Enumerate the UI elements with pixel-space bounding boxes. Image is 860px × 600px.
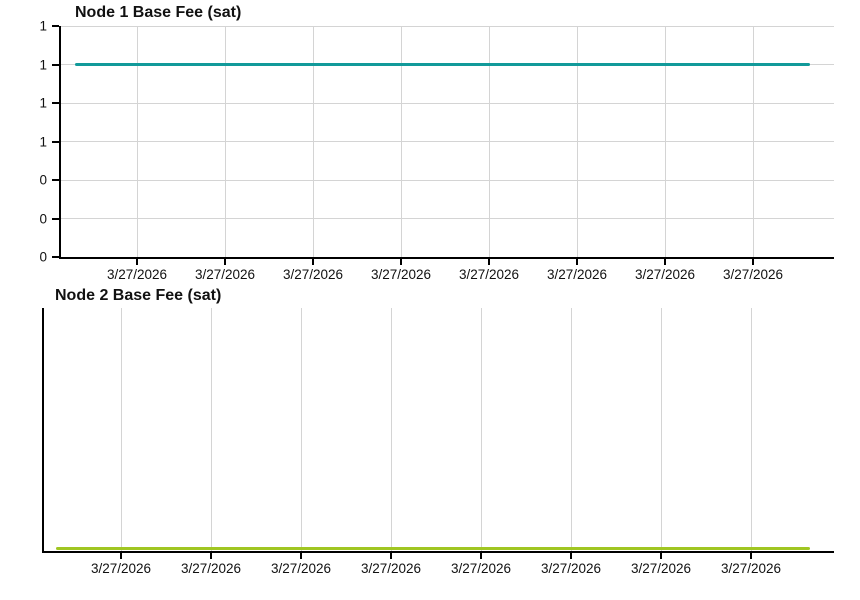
- horizontal-gridline: [60, 102, 834, 104]
- vertical-gridline: [210, 308, 212, 551]
- vertical-gridline: [664, 26, 666, 257]
- y-axis-line: [41, 308, 44, 553]
- vertical-gridline: [136, 26, 138, 257]
- vertical-gridline: [300, 308, 302, 551]
- x-tick-label: 3/27/2026: [194, 267, 256, 282]
- x-tick-mark: [300, 551, 302, 559]
- y-tick-label: 0: [39, 249, 47, 265]
- y-tick-mark: [52, 256, 59, 258]
- vertical-gridline: [312, 26, 314, 257]
- y-tick-label: 1: [39, 133, 47, 149]
- chart1-title: Node 1 Base Fee (sat): [75, 4, 242, 21]
- vertical-gridline: [224, 26, 226, 257]
- y-tick-mark: [52, 217, 59, 220]
- x-tick-label: 3/27/2026: [722, 267, 784, 282]
- x-tick-label: 3/27/2026: [270, 561, 332, 576]
- x-tick-label: 3/27/2026: [180, 561, 242, 576]
- y-tick-label: 0: [39, 210, 47, 226]
- x-tick-mark: [570, 551, 572, 559]
- y-tick-mark: [52, 63, 59, 66]
- y-tick-mark: [52, 102, 59, 104]
- x-tick-mark: [664, 257, 666, 265]
- x-tick-mark: [400, 257, 402, 265]
- vertical-gridline: [660, 308, 662, 551]
- y-tick-label: 0: [39, 172, 47, 188]
- x-tick-label: 3/27/2026: [720, 561, 782, 576]
- x-tick-mark: [210, 551, 212, 559]
- horizontal-gridline: [60, 218, 834, 219]
- x-tick-label: 3/27/2026: [540, 561, 602, 576]
- x-tick-mark: [750, 551, 752, 559]
- horizontal-gridline: [60, 25, 834, 27]
- x-tick-label: 3/27/2026: [106, 267, 168, 282]
- x-tick-label: 3/27/2026: [370, 267, 432, 282]
- chart2-title: Node 2 Base Fee (sat): [55, 287, 222, 304]
- vertical-gridline: [120, 308, 122, 551]
- horizontal-gridline: [60, 141, 834, 142]
- x-tick-label: 3/27/2026: [634, 267, 696, 282]
- y-tick-label: 1: [39, 18, 47, 34]
- x-tick-mark: [120, 551, 122, 559]
- vertical-gridline: [750, 308, 752, 551]
- x-tick-label: 3/27/2026: [360, 561, 422, 576]
- vertical-gridline: [752, 26, 754, 257]
- x-tick-mark: [488, 257, 490, 265]
- x-tick-label: 3/27/2026: [546, 267, 608, 282]
- vertical-gridline: [576, 26, 578, 257]
- y-axis-line: [58, 26, 61, 259]
- x-tick-label: 3/27/2026: [630, 561, 692, 576]
- x-axis-line: [41, 551, 834, 553]
- x-tick-mark: [312, 257, 314, 265]
- x-tick-mark: [660, 551, 662, 559]
- x-tick-mark: [752, 257, 754, 265]
- series-line-node1: [75, 63, 810, 66]
- vertical-gridline: [390, 308, 392, 551]
- x-tick-mark: [480, 551, 482, 559]
- x-tick-label: 3/27/2026: [90, 561, 152, 576]
- x-tick-mark: [390, 551, 392, 559]
- vertical-gridline: [570, 308, 572, 551]
- x-axis-line: [58, 257, 834, 259]
- horizontal-gridline: [60, 179, 834, 181]
- dual-line-chart-panel: Node 1 Base Fee (sat) Node 2 Base Fee (s…: [0, 0, 860, 600]
- y-tick-label: 1: [39, 95, 47, 111]
- x-tick-label: 3/27/2026: [450, 561, 512, 576]
- x-tick-mark: [576, 257, 578, 265]
- y-tick-mark: [52, 25, 59, 27]
- x-tick-label: 3/27/2026: [282, 267, 344, 282]
- y-tick-label: 1: [39, 56, 47, 72]
- y-tick-mark: [52, 140, 59, 143]
- vertical-gridline: [488, 26, 490, 257]
- x-tick-mark: [224, 257, 226, 265]
- vertical-gridline: [480, 308, 482, 551]
- x-tick-mark: [136, 257, 138, 265]
- series-line-node2: [56, 547, 810, 550]
- x-tick-label: 3/27/2026: [458, 267, 520, 282]
- vertical-gridline: [400, 26, 402, 257]
- y-tick-mark: [52, 179, 59, 181]
